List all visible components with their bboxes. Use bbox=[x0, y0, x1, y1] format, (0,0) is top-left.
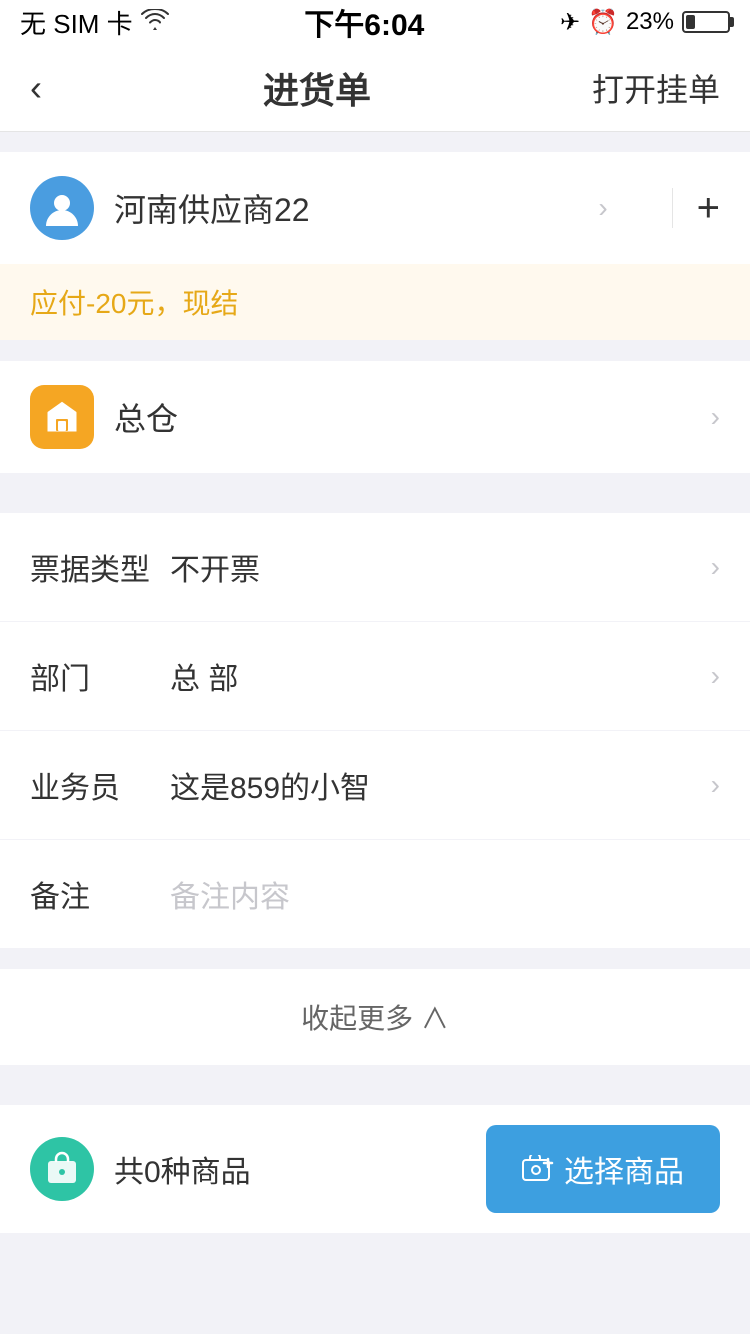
warehouse-arrow-icon: › bbox=[711, 401, 720, 433]
warehouse-name: 总仓 bbox=[114, 394, 711, 440]
supplier-section: 河南供应商22 › + 应付-20元，现结 bbox=[0, 152, 750, 340]
select-product-label: 选择商品 bbox=[564, 1147, 684, 1191]
section-gap-2 bbox=[0, 340, 750, 360]
section-gap-4 bbox=[0, 1065, 750, 1085]
invoice-value: 不开票 bbox=[170, 545, 711, 589]
open-pending-button[interactable]: 打开挂单 bbox=[592, 65, 720, 111]
status-left: 无 SIM 卡 bbox=[20, 4, 169, 41]
invoice-label: 票据类型 bbox=[30, 545, 170, 589]
form-section: 票据类型 不开票 › 部门 总 部 › 业务员 这是859的小智 › 备注 备注… bbox=[0, 513, 750, 948]
staff-label: 业务员 bbox=[30, 763, 170, 807]
product-count: 共0种商品 bbox=[114, 1147, 251, 1191]
collapse-label: 收起更多 ∧ bbox=[301, 997, 449, 1037]
add-supplier-button[interactable]: + bbox=[697, 186, 720, 231]
bottom-bar: 共0种商品 选择商品 bbox=[0, 1105, 750, 1233]
department-row[interactable]: 部门 总 部 › bbox=[0, 622, 750, 731]
battery-percent: 23% bbox=[626, 8, 674, 36]
remark-label: 备注 bbox=[30, 872, 170, 916]
supplier-name[interactable]: 河南供应商22 bbox=[114, 185, 598, 231]
product-icon bbox=[30, 1137, 94, 1201]
staff-value: 这是859的小智 bbox=[170, 763, 711, 807]
invoice-row[interactable]: 票据类型 不开票 › bbox=[0, 513, 750, 622]
warehouse-icon bbox=[30, 385, 94, 449]
collapse-button[interactable]: 收起更多 ∧ bbox=[0, 968, 750, 1065]
staff-arrow-icon: › bbox=[711, 769, 720, 801]
product-summary: 共0种商品 bbox=[30, 1137, 486, 1201]
supplier-arrow-icon: › bbox=[598, 192, 607, 224]
alarm-icon: ⏰ bbox=[588, 8, 618, 37]
notice-text: 应付-20元，现结 bbox=[30, 288, 238, 319]
location-icon: ✈ bbox=[560, 8, 580, 37]
remark-input[interactable]: 备注内容 bbox=[170, 872, 720, 916]
supplier-row: 河南供应商22 › + bbox=[0, 152, 750, 264]
back-button[interactable]: ‹ bbox=[30, 67, 42, 109]
nav-bar: ‹ 进货单 打开挂单 bbox=[0, 44, 750, 132]
remark-row[interactable]: 备注 备注内容 bbox=[0, 840, 750, 948]
wifi-icon bbox=[141, 7, 169, 38]
invoice-arrow-icon: › bbox=[711, 551, 720, 583]
staff-row[interactable]: 业务员 这是859的小智 › bbox=[0, 731, 750, 840]
supplier-avatar bbox=[30, 176, 94, 240]
warehouse-row[interactable]: 总仓 › bbox=[0, 360, 750, 473]
notice-banner: 应付-20元，现结 bbox=[0, 264, 750, 340]
supplier-divider bbox=[672, 188, 673, 228]
status-right: ✈ ⏰ 23% bbox=[560, 8, 730, 37]
section-gap-3 bbox=[0, 473, 750, 493]
section-gap-1 bbox=[0, 132, 750, 152]
status-time: 下午6:04 bbox=[304, 0, 424, 44]
warehouse-section: 总仓 › bbox=[0, 360, 750, 473]
battery-icon bbox=[682, 11, 730, 33]
page-title: 进货单 bbox=[263, 62, 371, 114]
select-product-button[interactable]: 选择商品 bbox=[486, 1125, 720, 1213]
status-bar: 无 SIM 卡 下午6:04 ✈ ⏰ 23% bbox=[0, 0, 750, 44]
department-value: 总 部 bbox=[170, 654, 711, 698]
carrier-label: 无 SIM 卡 bbox=[20, 4, 133, 41]
department-label: 部门 bbox=[30, 654, 170, 698]
department-arrow-icon: › bbox=[711, 660, 720, 692]
